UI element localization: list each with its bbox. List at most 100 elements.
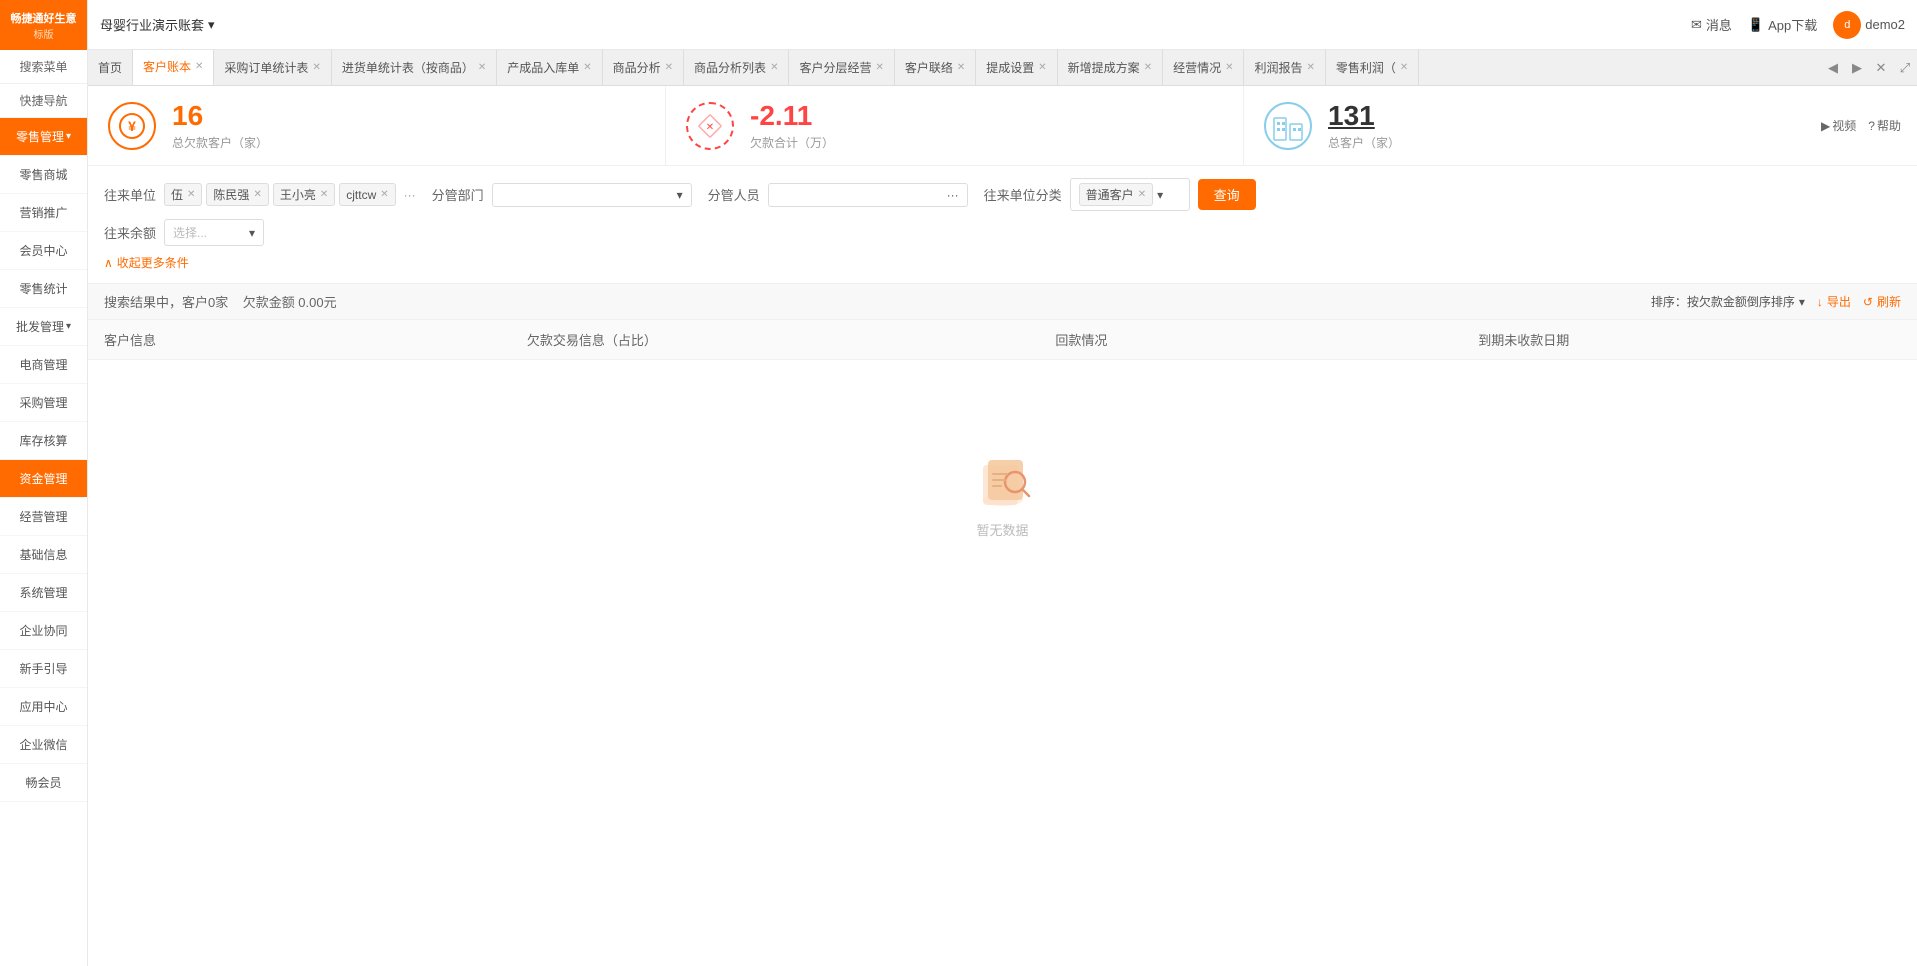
tab-close-icon[interactable]: ✕ [875, 62, 883, 73]
building-icon [1264, 102, 1312, 150]
tab-label: 商品分析列表 [694, 59, 766, 76]
sidebar-item-16[interactable]: 新手引导 [0, 650, 87, 688]
tab-prev-btn[interactable]: ◀ [1821, 50, 1845, 86]
tab-label: 客户账本 [143, 58, 191, 75]
tab-5[interactable]: 商品分析 ✕ [603, 50, 684, 86]
tab-close-icon[interactable]: ✕ [583, 62, 591, 73]
arrow-icon: ▾ [66, 131, 71, 142]
stat-actions: ▶ 视频 ? 帮助 [1821, 86, 1917, 165]
collapse-button[interactable]: ∧ 收起更多条件 [104, 254, 1901, 271]
export-button[interactable]: ↓ 导出 [1817, 293, 1851, 310]
search-result-text: 搜索结果中，客户0家 [104, 295, 228, 310]
sidebar-item-17[interactable]: 应用中心 [0, 688, 87, 726]
tab-maximize-btn[interactable]: ⤢ [1893, 50, 1917, 86]
close-icon[interactable]: ✕ [187, 189, 195, 200]
refresh-label: 刷新 [1877, 293, 1901, 310]
tab-label: 进货单统计表（按商品） [342, 59, 474, 76]
tab-7[interactable]: 客户分层经营✕ [789, 50, 894, 86]
filter-balance-select[interactable]: 选择... ▾ [164, 219, 264, 246]
tab-label: 新增提成方案 [1068, 59, 1140, 76]
filter-tag-3: cjttcw✕ [339, 183, 395, 206]
message-icon: ✉ [1691, 17, 1702, 33]
sidebar-item-18[interactable]: 企业微信 [0, 726, 87, 764]
filter-area: 往来单位 伍✕陈民强✕王小亮✕cjttcw✕ ··· 分管部门 ▾ 分管人员 ·… [88, 166, 1917, 284]
tab-1[interactable]: 客户账本 ✕ [133, 50, 214, 86]
tab-close-icon[interactable]: ✕ [478, 62, 486, 73]
tab-13[interactable]: 零售利润（✕ [1326, 50, 1419, 86]
sidebar-item-8[interactable]: 电商管理 [0, 346, 87, 384]
tab-12[interactable]: 利润报告✕ [1244, 50, 1325, 86]
tab-close-icon[interactable]: ✕ [1400, 62, 1408, 73]
filter-person-select[interactable]: ··· [768, 183, 968, 207]
logo-sub: 标版 [34, 26, 54, 41]
video-button[interactable]: ▶ 视频 [1821, 117, 1856, 134]
tab-10[interactable]: 新增提成方案 ✕ [1058, 50, 1163, 86]
svg-text:¥: ¥ [128, 118, 136, 134]
tab-9[interactable]: 提成设置✕ [976, 50, 1057, 86]
account-selector[interactable]: 母婴行业演示账套 ▾ [100, 15, 215, 34]
filter-category-select[interactable]: 普通客户 ✕ ▾ [1070, 178, 1190, 211]
sidebar-item-7[interactable]: 批发管理▾ [0, 308, 87, 346]
sidebar-item-4[interactable]: 营销推广 [0, 194, 87, 232]
tab-3[interactable]: 进货单统计表（按商品） ✕ [332, 50, 497, 86]
tab-close-all-btn[interactable]: ✕ [1869, 50, 1893, 86]
tab-close-icon[interactable]: ✕ [195, 61, 203, 72]
sidebar-item-15[interactable]: 企业协同 [0, 612, 87, 650]
tab-11[interactable]: 经营情况✕ [1163, 50, 1244, 86]
user-profile[interactable]: d demo2 [1833, 11, 1905, 39]
tab-close-icon[interactable]: ✕ [665, 62, 673, 73]
sidebar-item-2[interactable]: 零售管理▾ [0, 118, 87, 156]
tab-6[interactable]: 商品分析列表 ✕ [684, 50, 789, 86]
sidebar-item-6[interactable]: 零售统计 [0, 270, 87, 308]
tab-8[interactable]: 客户联络✕ [895, 50, 976, 86]
empty-state: 暂无数据 [88, 360, 1917, 619]
help-button[interactable]: ? 帮助 [1868, 117, 1901, 134]
filter-dept-select[interactable]: ▾ [492, 183, 692, 207]
query-button[interactable]: 查询 [1198, 179, 1256, 210]
export-icon: ↓ [1817, 295, 1823, 309]
tab-close-icon[interactable]: ✕ [957, 62, 965, 73]
tab-label: 首页 [98, 59, 122, 76]
download-button[interactable]: 📱 App下载 [1748, 15, 1817, 34]
tab-close-icon[interactable]: ✕ [1225, 62, 1233, 73]
tab-close-icon[interactable]: ✕ [1307, 62, 1315, 73]
sidebar-item-12[interactable]: 经营管理 [0, 498, 87, 536]
table-header: 客户信息 欠款交易信息（占比） 回款情况 到期未收款日期 [88, 320, 1917, 360]
diamond-icon: ✕ [686, 102, 734, 150]
col-repayment: 回款情况 [1055, 330, 1478, 349]
tab-2[interactable]: 采购订单统计表✕ [214, 50, 331, 86]
sidebar-item-13[interactable]: 基础信息 [0, 536, 87, 574]
sidebar-item-5[interactable]: 会员中心 [0, 232, 87, 270]
collapse-icon: ∧ [104, 256, 113, 270]
tab-label: 商品分析 [613, 59, 661, 76]
close-icon[interactable]: ✕ [320, 189, 328, 200]
tab-next-btn[interactable]: ▶ [1845, 50, 1869, 86]
sidebar-item-9[interactable]: 采购管理 [0, 384, 87, 422]
stat-number-1: 16 [172, 100, 268, 132]
close-icon[interactable]: ✕ [380, 189, 388, 200]
sidebar-item-3[interactable]: 零售商城 [0, 156, 87, 194]
refresh-icon: ↺ [1863, 295, 1873, 309]
sidebar-item-19[interactable]: 畅会员 [0, 764, 87, 802]
tab-close-icon[interactable]: ✕ [1144, 62, 1152, 73]
export-label: 导出 [1827, 293, 1851, 310]
sort-selector[interactable]: 排序：按欠款金额倒序排序 ▾ [1651, 293, 1805, 310]
close-category-icon[interactable]: ✕ [1138, 189, 1146, 200]
filter-category-label: 往来单位分类 [984, 185, 1062, 204]
message-button[interactable]: ✉ 消息 [1691, 15, 1732, 34]
tab-4[interactable]: 产成品入库单✕ [497, 50, 602, 86]
tab-0[interactable]: 首页 [88, 50, 133, 86]
collapse-label: 收起更多条件 [117, 254, 189, 271]
sidebar-item-14[interactable]: 系统管理 [0, 574, 87, 612]
sidebar-item-0[interactable]: 搜索菜单 [0, 50, 87, 84]
sidebar-item-11[interactable]: 资金管理 [0, 460, 87, 498]
tab-close-icon[interactable]: ✕ [770, 62, 778, 73]
sidebar-item-1[interactable]: 快捷导航 [0, 84, 87, 118]
refresh-button[interactable]: ↺ 刷新 [1863, 293, 1901, 310]
tab-close-icon[interactable]: ✕ [1038, 62, 1046, 73]
close-icon[interactable]: ✕ [253, 189, 261, 200]
tab-close-icon[interactable]: ✕ [312, 62, 320, 73]
sidebar-item-10[interactable]: 库存核算 [0, 422, 87, 460]
filter-more-tags[interactable]: ··· [404, 188, 416, 202]
filter-person-label: 分管人员 [708, 185, 760, 204]
